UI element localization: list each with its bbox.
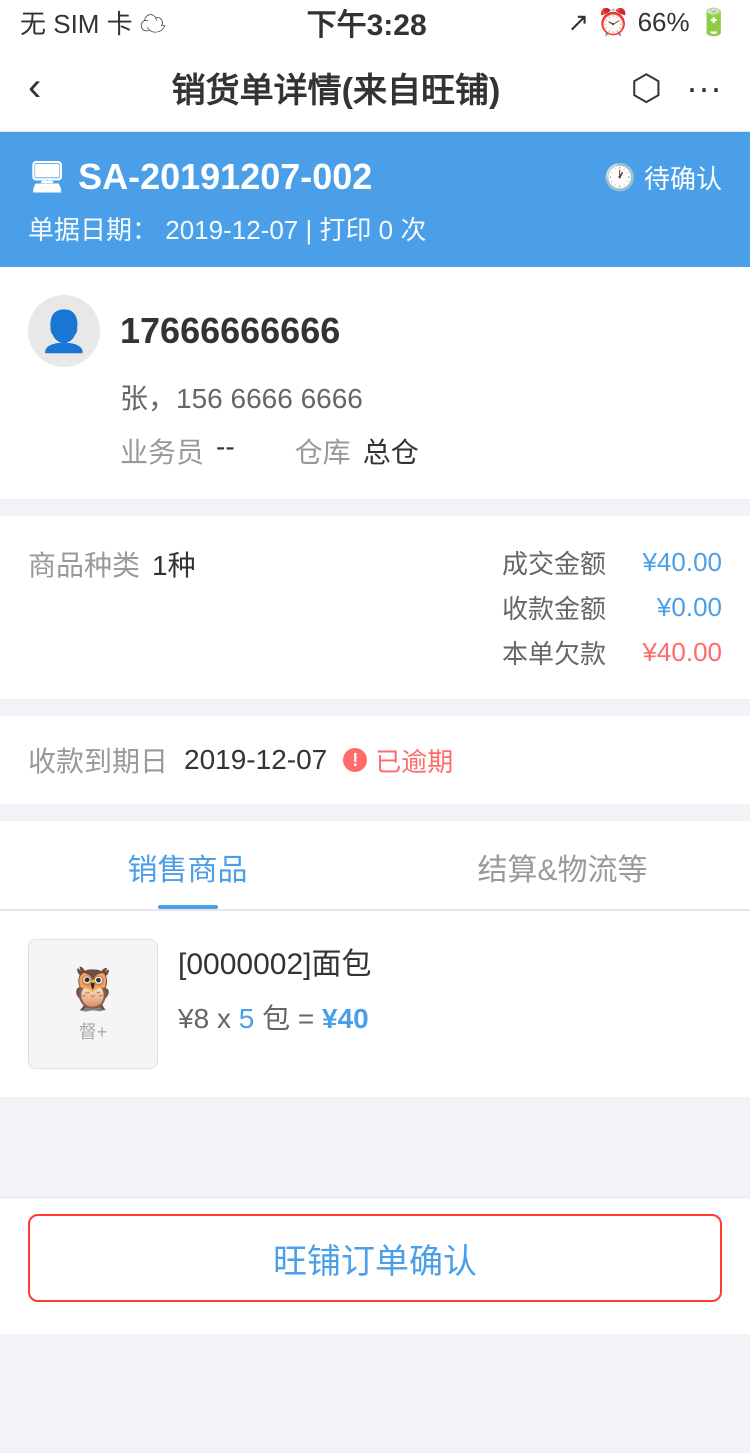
amount-value: ¥40.00	[622, 547, 722, 578]
summary-section: 商品种类 1种 成交金额 ¥40.00 收款金额 ¥0.00 本单欠款 ¥40.…	[0, 516, 750, 700]
due-label: 收款到期日	[28, 740, 168, 780]
warehouse-value: 总仓	[363, 431, 419, 471]
overdue-text: 已逾期	[375, 742, 453, 779]
product-info: [0000002]面包 ¥8 x 5 包 = ¥40	[178, 939, 722, 1069]
overdue-icon: !	[343, 748, 367, 772]
status-time: 下午3:28	[307, 0, 427, 44]
customer-phone: 17666666666	[120, 310, 340, 352]
order-header: 🖥 SA-20191207-002 🕐 待确认 单据日期： 2019-12-07…	[0, 132, 750, 267]
product-total: ¥40	[322, 1003, 369, 1034]
sim-status: 无 SIM 卡 ☁	[20, 4, 166, 41]
status-left: 无 SIM 卡 ☁	[20, 4, 166, 41]
date-value: 2019-12-07	[165, 215, 298, 245]
tab-settlement[interactable]: 结算&物流等	[375, 821, 750, 909]
product-placeholder: 🦉 督+	[67, 965, 119, 1044]
owed-row: 本单欠款 ¥40.00	[502, 634, 722, 671]
avatar: 👤	[28, 295, 100, 367]
warehouse: 仓库 总仓	[295, 431, 419, 471]
received-label: 收款金额	[502, 589, 606, 626]
customer-row: 👤 17666666666	[28, 295, 722, 367]
product-image: 🦉 督+	[28, 939, 158, 1069]
amount-row: 成交金额 ¥40.00	[502, 544, 722, 581]
bottom-spacer	[0, 1317, 750, 1453]
clock-icon: 🕐	[604, 162, 636, 193]
received-value: ¥0.00	[622, 592, 722, 623]
order-id-text: SA-20191207-002	[78, 156, 372, 198]
order-status: 🕐 待确认	[604, 159, 722, 196]
customer-section: 👤 17666666666 张，156 6666 6666 业务员 -- 仓库 …	[0, 267, 750, 500]
product-type-label: 商品种类	[28, 544, 140, 584]
person-icon: 👤	[39, 308, 89, 355]
share-icon[interactable]: ⬡	[631, 67, 662, 109]
print-info: | 打印 0 次	[305, 215, 426, 245]
due-section: 收款到期日 2019-12-07 ! 已逾期	[0, 716, 750, 805]
location-icon: ↗	[567, 7, 589, 38]
product-type-value: 1种	[152, 544, 196, 584]
date-label: 单据日期：	[28, 215, 158, 245]
sales-rep: 业务员 --	[120, 431, 235, 471]
order-icon: 🖥	[28, 160, 66, 195]
sales-label: 业务员	[120, 431, 204, 471]
owed-label: 本单欠款	[502, 634, 606, 671]
amount-label: 成交金额	[502, 544, 606, 581]
bottom-bar: 旺铺订单确认	[0, 1197, 750, 1334]
customer-meta: 业务员 -- 仓库 总仓	[120, 431, 722, 471]
customer-name: 张，156 6666 6666	[120, 377, 722, 417]
product-unit: 包	[262, 1003, 290, 1034]
confirm-order-button[interactable]: 旺铺订单确认	[28, 1214, 722, 1302]
equals-sign: =	[298, 1003, 322, 1034]
tabs: 销售商品 结算&物流等	[0, 821, 750, 911]
nav-actions: ⬡ ···	[631, 67, 722, 109]
status-bar: 无 SIM 卡 ☁ 下午3:28 ↗ ⏰ 66% 🔋	[0, 0, 750, 44]
amounts: 成交金额 ¥40.00 收款金额 ¥0.00 本单欠款 ¥40.00	[502, 544, 722, 671]
multiply-sign: x	[217, 1003, 239, 1034]
product-qty: 5	[239, 1003, 255, 1034]
order-id-row: 🖥 SA-20191207-002 🕐 待确认	[28, 156, 722, 198]
product-type: 商品种类 1种	[28, 544, 196, 584]
product-price: ¥8	[178, 1003, 209, 1034]
product-name: [0000002]面包	[178, 939, 722, 983]
brand-label: 督+	[79, 1018, 108, 1044]
tab-sales-products[interactable]: 销售商品	[0, 821, 375, 909]
status-right: ↗ ⏰ 66% 🔋	[567, 7, 730, 38]
battery-icon: 🔋	[698, 7, 730, 38]
back-button[interactable]: ‹	[28, 65, 41, 110]
order-id: 🖥 SA-20191207-002	[28, 156, 372, 198]
battery-level: 66%	[638, 7, 690, 38]
received-row: 收款金额 ¥0.00	[502, 589, 722, 626]
product-price-row: ¥8 x 5 包 = ¥40	[178, 997, 722, 1037]
warehouse-label: 仓库	[295, 431, 351, 471]
order-date-row: 单据日期： 2019-12-07 | 打印 0 次	[28, 210, 722, 247]
alarm-icon: ⏰	[597, 7, 629, 38]
product-section: 🦉 督+ [0000002]面包 ¥8 x 5 包 = ¥40	[0, 911, 750, 1097]
page-title: 销货单详情(来自旺铺)	[172, 63, 501, 112]
due-date-value: 2019-12-07	[184, 744, 327, 776]
owl-icon: 🦉	[67, 965, 119, 1014]
owed-value: ¥40.00	[622, 637, 722, 668]
more-icon[interactable]: ···	[686, 67, 722, 109]
nav-bar: ‹ 销货单详情(来自旺铺) ⬡ ···	[0, 44, 750, 132]
overdue-badge: ! 已逾期	[343, 742, 453, 779]
sales-value: --	[216, 431, 235, 471]
status-text: 待确认	[644, 159, 722, 196]
